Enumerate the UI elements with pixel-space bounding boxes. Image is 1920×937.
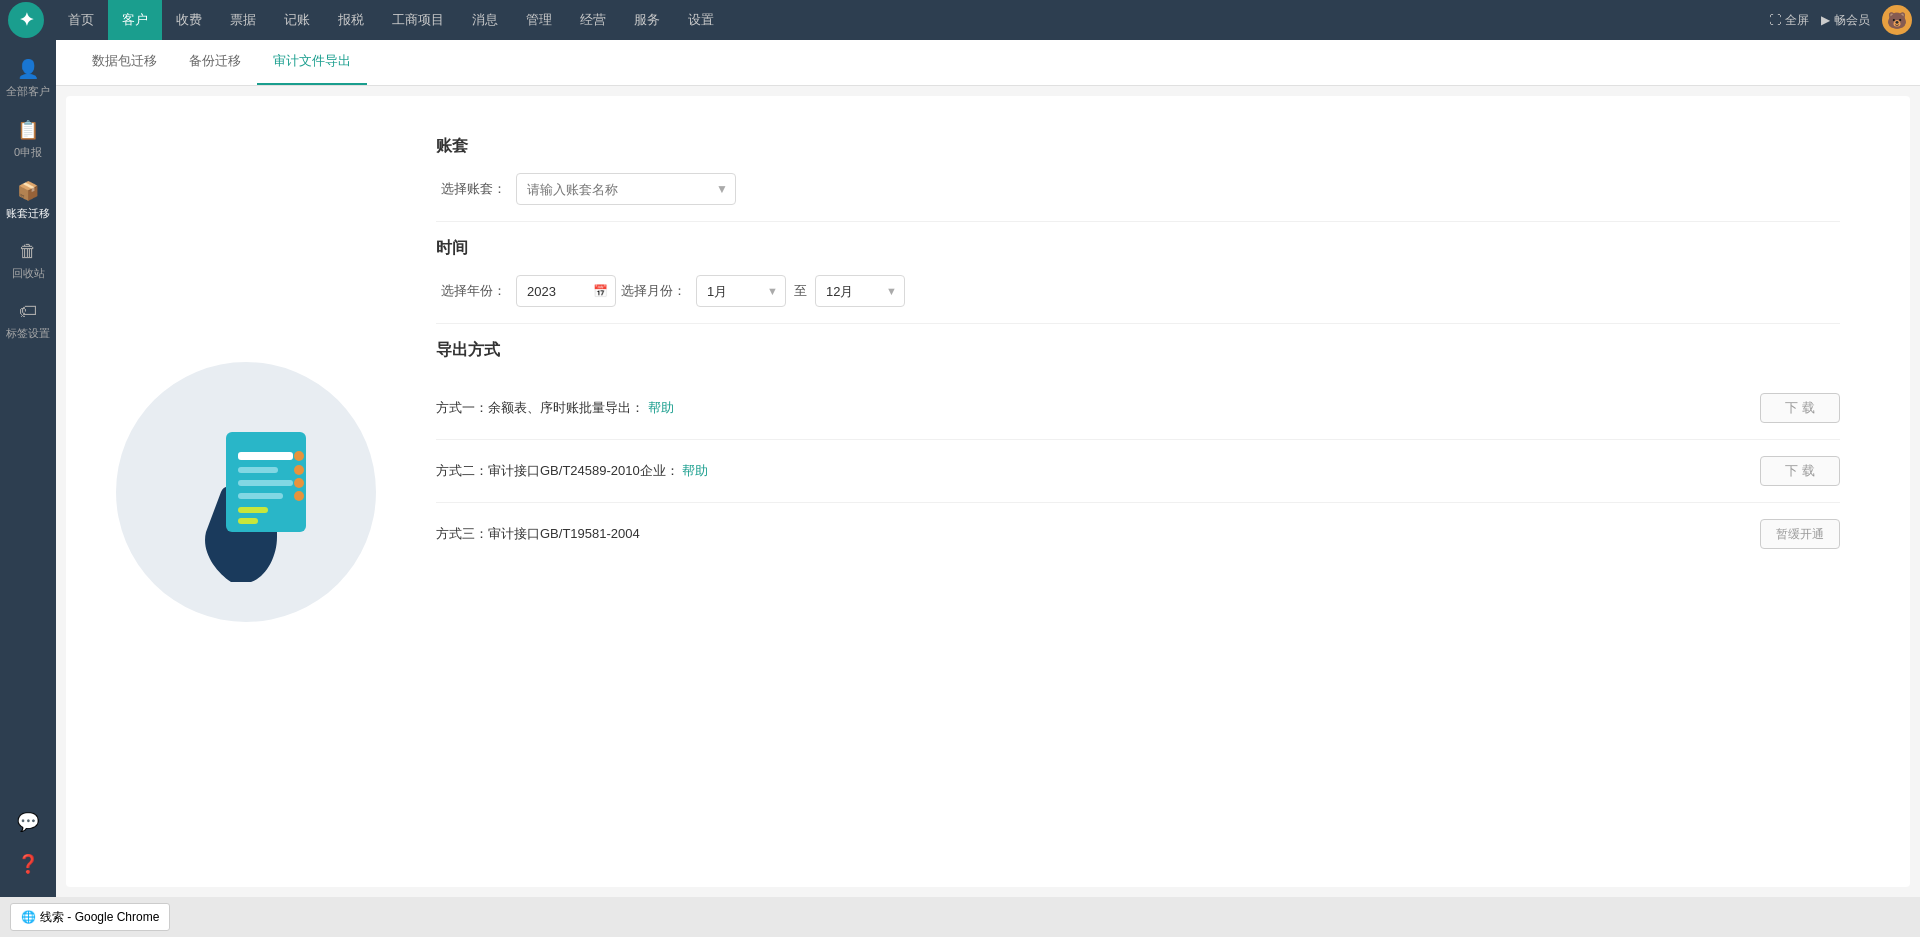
- member-label: 畅会员: [1834, 12, 1870, 29]
- start-month-select[interactable]: 1月2月3月 4月5月6月 7月8月9月 10月11月12月: [696, 275, 786, 307]
- start-month-wrap: 1月2月3月 4月5月6月 7月8月9月 10月11月12月 ▼: [696, 275, 786, 307]
- nav-operation[interactable]: 经营: [566, 0, 620, 40]
- svg-point-7: [294, 478, 304, 488]
- tab-data-migrate[interactable]: 数据包迁移: [76, 40, 173, 85]
- year-label: 选择年份：: [436, 282, 516, 300]
- taskbar: 🌐 线索 - Google Chrome: [0, 897, 1920, 937]
- method2-help-link[interactable]: 帮助: [682, 463, 708, 478]
- sidebar-item-help[interactable]: ❓: [0, 843, 56, 885]
- svg-point-8: [294, 491, 304, 501]
- svg-point-5: [294, 451, 304, 461]
- time-row: 选择年份： 📅 选择月份： 1月2月3月 4月5月6月 7月8月9月 10月11…: [436, 275, 1840, 307]
- taskbar-chrome-item[interactable]: 🌐 线索 - Google Chrome: [10, 903, 170, 931]
- method1-help-link[interactable]: 帮助: [648, 400, 674, 415]
- svg-rect-2: [238, 467, 278, 473]
- end-month-wrap: 1月2月3月 4月5月6月 7月8月9月 10月11月12月 ▼: [815, 275, 905, 307]
- account-section-title: 账套: [436, 136, 1840, 157]
- year-input[interactable]: [516, 275, 616, 307]
- sidebar: 👤 全部客户 📋 0申报 📦 账套迁移 🗑 回收站 🏷 标签设置 💬 ❓: [0, 40, 56, 897]
- help-icon: ❓: [17, 853, 39, 875]
- sidebar-migrate-label: 账套迁移: [6, 206, 50, 221]
- sidebar-item-tags[interactable]: 🏷 标签设置: [0, 291, 56, 351]
- main-content: 账套 选择账套： ▼ 时间 选择年份： 📅: [66, 96, 1910, 887]
- tabs-bar: 数据包迁移 备份迁移 审计文件导出: [56, 40, 1920, 86]
- nav-message[interactable]: 消息: [458, 0, 512, 40]
- nav-fee[interactable]: 收费: [162, 0, 216, 40]
- tags-icon: 🏷: [19, 301, 37, 322]
- year-input-wrap: 📅: [516, 275, 616, 307]
- customers-icon: 👤: [17, 58, 39, 80]
- sidebar-bottom: 💬 ❓: [0, 801, 56, 897]
- sidebar-tags-label: 标签设置: [6, 326, 50, 341]
- export-method-2: 方式二：审计接口GB/T24589-2010企业： 帮助 下 载: [436, 440, 1840, 503]
- account-row: 选择账套： ▼: [436, 173, 1840, 205]
- method3-text: 方式三：审计接口GB/T19581-2004: [436, 525, 1760, 543]
- sidebar-item-migrate[interactable]: 📦 账套迁移: [0, 170, 56, 231]
- circle-bg: [116, 362, 376, 622]
- export-method-3: 方式三：审计接口GB/T19581-2004 暂缓开通: [436, 503, 1840, 565]
- svg-rect-9: [238, 507, 268, 513]
- nav-invoice[interactable]: 票据: [216, 0, 270, 40]
- svg-rect-10: [238, 518, 258, 524]
- nav-tax[interactable]: 报税: [324, 0, 378, 40]
- sidebar-recycle-label: 回收站: [12, 266, 45, 281]
- svg-rect-3: [238, 480, 293, 486]
- main-layout: 👤 全部客户 📋 0申报 📦 账套迁移 🗑 回收站 🏷 标签设置 💬 ❓: [0, 40, 1920, 897]
- recycle-icon: 🗑: [19, 241, 37, 262]
- nav-right: ⛶ 全屏 ▶ 畅会员 🐻: [1769, 5, 1912, 35]
- fullscreen-icon: ⛶: [1769, 13, 1781, 27]
- nav-settings[interactable]: 设置: [674, 0, 728, 40]
- sidebar-item-customers[interactable]: 👤 全部客户: [0, 48, 56, 109]
- to-text: 至: [794, 282, 807, 300]
- illustration-svg: [156, 402, 336, 582]
- method2-text: 方式二：审计接口GB/T24589-2010企业： 帮助: [436, 462, 1760, 480]
- migrate-icon: 📦: [17, 180, 39, 202]
- nav-business[interactable]: 工商项目: [378, 0, 458, 40]
- avatar[interactable]: 🐻: [1882, 5, 1912, 35]
- nav-service[interactable]: 服务: [620, 0, 674, 40]
- member-button[interactable]: ▶ 畅会员: [1821, 12, 1870, 29]
- sidebar-customers-label: 全部客户: [6, 84, 50, 99]
- nav-customer[interactable]: 客户: [108, 0, 162, 40]
- end-month-select[interactable]: 1月2月3月 4月5月6月 7月8月9月 10月11月12月: [815, 275, 905, 307]
- logo: ✦: [8, 2, 44, 38]
- taskbar-item-label: 线索 - Google Chrome: [40, 909, 159, 926]
- nav-manage[interactable]: 管理: [512, 0, 566, 40]
- separator-2: [436, 323, 1840, 324]
- nav-home[interactable]: 首页: [54, 0, 108, 40]
- content-area: 数据包迁移 备份迁移 审计文件导出: [56, 40, 1920, 897]
- method3-soon-button: 暂缓开通: [1760, 519, 1840, 549]
- time-section-title: 时间: [436, 238, 1840, 259]
- svg-rect-4: [238, 493, 283, 499]
- nav-items: 首页 客户 收费 票据 记账 报税 工商项目 消息 管理 经营 服务 设置: [54, 0, 1769, 40]
- separator-1: [436, 221, 1840, 222]
- tab-audit-export[interactable]: 审计文件导出: [257, 40, 367, 85]
- fullscreen-label: 全屏: [1785, 12, 1809, 29]
- svg-rect-1: [238, 452, 293, 460]
- fullscreen-button[interactable]: ⛶ 全屏: [1769, 12, 1809, 29]
- sidebar-item-recycle[interactable]: 🗑 回收站: [0, 231, 56, 291]
- nav-accounting[interactable]: 记账: [270, 0, 324, 40]
- chat-icon: 💬: [17, 811, 39, 833]
- member-icon: ▶: [1821, 13, 1830, 27]
- method2-download-button[interactable]: 下 载: [1760, 456, 1840, 486]
- tab-backup-migrate[interactable]: 备份迁移: [173, 40, 257, 85]
- illustration-area: [96, 126, 396, 857]
- method1-text: 方式一：余额表、序时账批量导出： 帮助: [436, 399, 1760, 417]
- form-area: 账套 选择账套： ▼ 时间 选择年份： 📅: [396, 126, 1880, 857]
- chrome-icon: 🌐: [21, 910, 36, 924]
- export-section-title: 导出方式: [436, 340, 1840, 361]
- svg-point-6: [294, 465, 304, 475]
- sidebar-item-chat[interactable]: 💬: [0, 801, 56, 843]
- top-nav: ✦ 首页 客户 收费 票据 记账 报税 工商项目 消息 管理 经营 服务 设置 …: [0, 0, 1920, 40]
- month-label: 选择月份：: [616, 282, 696, 300]
- account-label: 选择账套：: [436, 180, 516, 198]
- export-method-1: 方式一：余额表、序时账批量导出： 帮助 下 载: [436, 377, 1840, 440]
- account-input[interactable]: [516, 173, 736, 205]
- account-input-wrap: ▼: [516, 173, 736, 205]
- method1-download-button[interactable]: 下 载: [1760, 393, 1840, 423]
- declare-icon: 📋: [17, 119, 39, 141]
- sidebar-item-declare[interactable]: 📋 0申报: [0, 109, 56, 170]
- sidebar-declare-label: 0申报: [14, 145, 42, 160]
